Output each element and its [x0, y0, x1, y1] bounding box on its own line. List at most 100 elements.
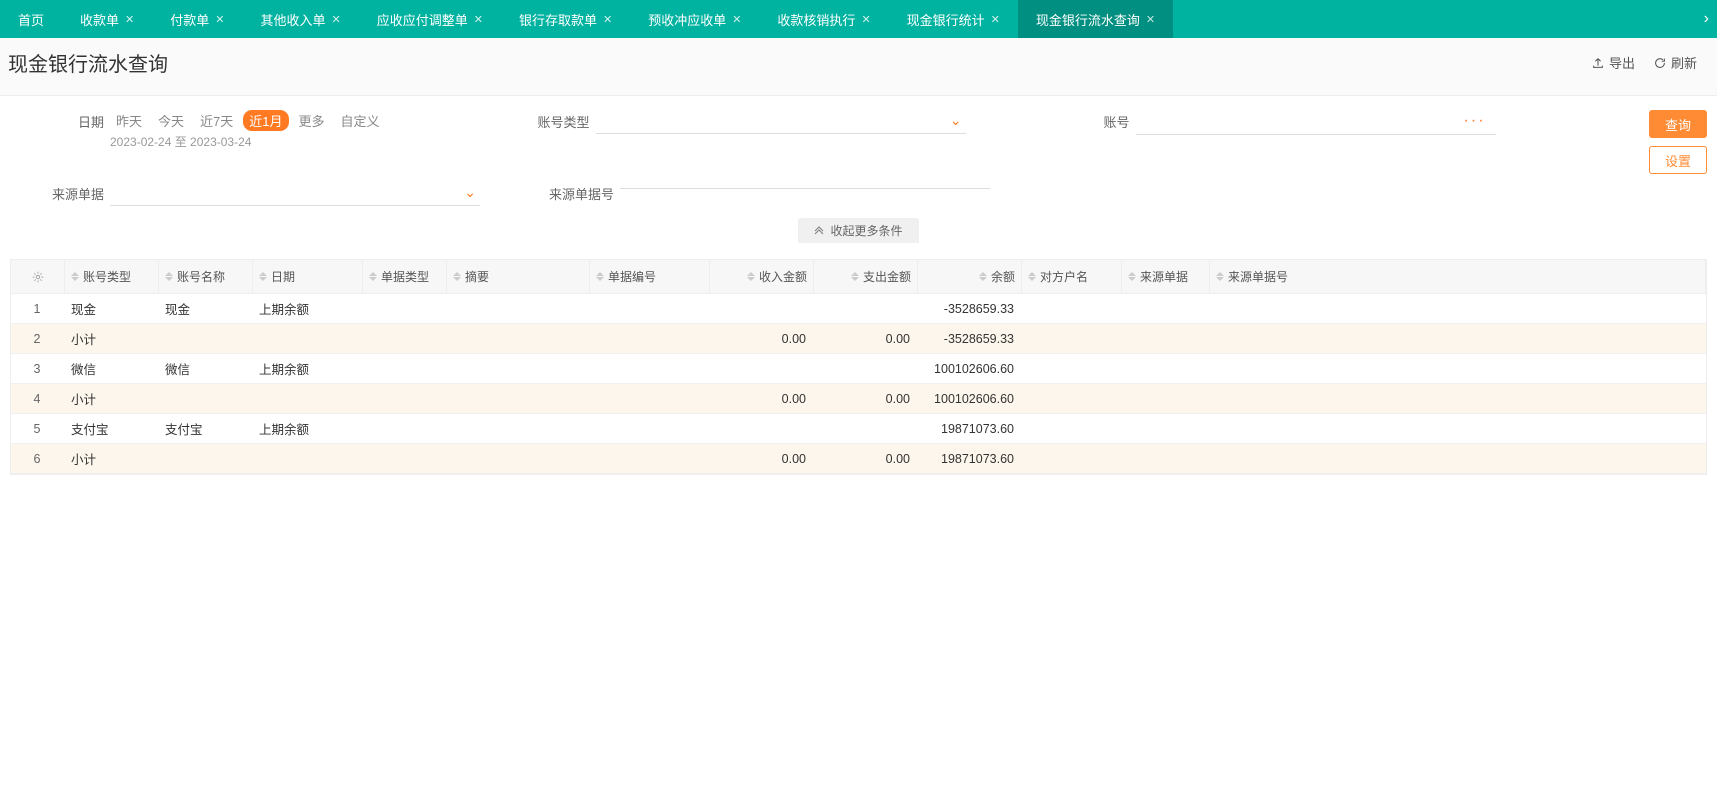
cell: [159, 384, 253, 413]
src-doc-no-label: 来源单据号: [520, 182, 620, 203]
col-balance[interactable]: 余额: [918, 260, 1022, 293]
query-button[interactable]: 查询: [1649, 110, 1707, 138]
settings-button[interactable]: 设置: [1649, 146, 1707, 174]
tab-首页[interactable]: 首页: [0, 0, 62, 38]
date-quick-昨天[interactable]: 昨天: [110, 110, 148, 131]
export-label: 导出: [1609, 53, 1635, 72]
filter-panel: 日期 昨天今天近7天近1月更多自定义 2023-02-24 至 2023-03-…: [0, 96, 1717, 253]
refresh-label: 刷新: [1671, 53, 1697, 72]
cell: [1122, 414, 1210, 443]
date-label: 日期: [10, 110, 110, 131]
tab-现金银行流水查询[interactable]: 现金银行流水查询✕: [1018, 0, 1173, 38]
sort-icon: [1216, 272, 1224, 281]
table-row[interactable]: 6小计0.000.0019871073.60: [11, 444, 1706, 474]
export-button[interactable]: 导出: [1591, 53, 1635, 72]
tab-应收应付调整单[interactable]: 应收应付调整单 ✕: [359, 0, 501, 38]
account-type-select[interactable]: ⌄: [596, 110, 966, 134]
close-icon[interactable]: ✕: [1146, 13, 1155, 26]
cell: [447, 324, 590, 353]
gear-column-header[interactable]: [11, 260, 65, 293]
cell: [159, 444, 253, 473]
date-quick-自定义[interactable]: 自定义: [335, 110, 386, 131]
col-account-type[interactable]: 账号类型: [65, 260, 159, 293]
refresh-button[interactable]: 刷新: [1653, 53, 1697, 72]
col-date[interactable]: 日期: [253, 260, 363, 293]
table-row[interactable]: 3微信微信上期余额100102606.60: [11, 354, 1706, 384]
cell: [447, 354, 590, 383]
cell: [1122, 294, 1210, 323]
tab-label: 现金银行统计: [907, 10, 985, 29]
close-icon[interactable]: ✕: [603, 13, 612, 26]
cell: 100102606.60: [918, 354, 1022, 383]
col-doc-no[interactable]: 单据编号: [590, 260, 710, 293]
date-quick-近7天[interactable]: 近7天: [194, 110, 239, 131]
col-summary[interactable]: 摘要: [447, 260, 590, 293]
cell: [1210, 444, 1706, 473]
cell: 5: [11, 414, 65, 443]
date-quick-更多[interactable]: 更多: [293, 110, 331, 131]
col-account-name[interactable]: 账号名称: [159, 260, 253, 293]
date-quick-近1月[interactable]: 近1月: [243, 110, 288, 131]
tab-label: 银行存取款单: [519, 10, 597, 29]
tab-付款单[interactable]: 付款单✕: [152, 0, 242, 38]
tab-其他收入单[interactable]: 其他收入单 ✕: [242, 0, 358, 38]
col-income[interactable]: 收入金额: [710, 260, 814, 293]
tab-label: 预收冲应收单: [648, 10, 726, 29]
table-row[interactable]: 2小计0.000.00-3528659.33: [11, 324, 1706, 354]
cell: [590, 444, 710, 473]
export-icon: [1591, 56, 1605, 70]
cell: 支付宝: [159, 414, 253, 443]
tab-label: 应收应付调整单: [377, 10, 468, 29]
close-icon[interactable]: ✕: [125, 13, 134, 26]
table-row[interactable]: 1现金现金上期余额-3528659.33: [11, 294, 1706, 324]
account-select[interactable]: ···: [1136, 110, 1496, 135]
sort-icon: [369, 272, 377, 281]
cell: 微信: [65, 354, 159, 383]
sort-icon: [596, 272, 604, 281]
cell: [363, 294, 447, 323]
src-doc-select[interactable]: ⌄: [110, 182, 480, 206]
col-opponent[interactable]: 对方户名: [1022, 260, 1122, 293]
col-src-doc[interactable]: 来源单据: [1122, 260, 1210, 293]
cell: 100102606.60: [918, 384, 1022, 413]
cell: [363, 324, 447, 353]
tab-收款核销执行[interactable]: 收款核销执行✕: [759, 0, 888, 38]
cell: [253, 384, 363, 413]
src-doc-no-input[interactable]: [620, 182, 990, 189]
col-expense[interactable]: 支出金额: [814, 260, 918, 293]
tab-银行存取款单[interactable]: 银行存取款单 ✕: [501, 0, 630, 38]
close-icon[interactable]: ✕: [861, 13, 870, 26]
more-dots-icon: ···: [1464, 112, 1492, 130]
table-row[interactable]: 4小计0.000.00100102606.60: [11, 384, 1706, 414]
data-table: 账号类型 账号名称 日期 单据类型 摘要 单据编号 收入金额 支出金额 余额 对…: [10, 259, 1707, 475]
tab-label: 其他收入单: [260, 10, 325, 29]
cell: [590, 324, 710, 353]
cell: [1122, 444, 1210, 473]
cell: -3528659.33: [918, 294, 1022, 323]
col-doc-type[interactable]: 单据类型: [363, 260, 447, 293]
collapse-conditions-button[interactable]: 收起更多条件: [798, 218, 918, 243]
close-icon[interactable]: ✕: [474, 13, 483, 26]
cell: [1022, 354, 1122, 383]
table-row[interactable]: 5支付宝支付宝上期余额19871073.60: [11, 414, 1706, 444]
close-icon[interactable]: ✕: [215, 13, 224, 26]
cell: [447, 414, 590, 443]
tab-预收冲应收单[interactable]: 预收冲应收单 ✕: [630, 0, 759, 38]
cell: [1210, 294, 1706, 323]
cell: 上期余额: [253, 354, 363, 383]
cell: [1022, 444, 1122, 473]
cell: 1: [11, 294, 65, 323]
sort-icon: [851, 272, 859, 281]
tab-收款单[interactable]: 收款单✕: [62, 0, 152, 38]
close-icon[interactable]: ✕: [732, 13, 741, 26]
tabs-scroll-right[interactable]: ›: [1696, 0, 1717, 38]
cell: -3528659.33: [918, 324, 1022, 353]
close-icon[interactable]: ✕: [332, 13, 341, 26]
cell: 小计: [65, 324, 159, 353]
cell: [363, 384, 447, 413]
col-src-doc-no[interactable]: 来源单据号: [1210, 260, 1706, 293]
sort-icon: [1028, 272, 1036, 281]
tab-现金银行统计[interactable]: 现金银行统计 ✕: [889, 0, 1018, 38]
close-icon[interactable]: ✕: [991, 13, 1000, 26]
date-quick-今天[interactable]: 今天: [152, 110, 190, 131]
